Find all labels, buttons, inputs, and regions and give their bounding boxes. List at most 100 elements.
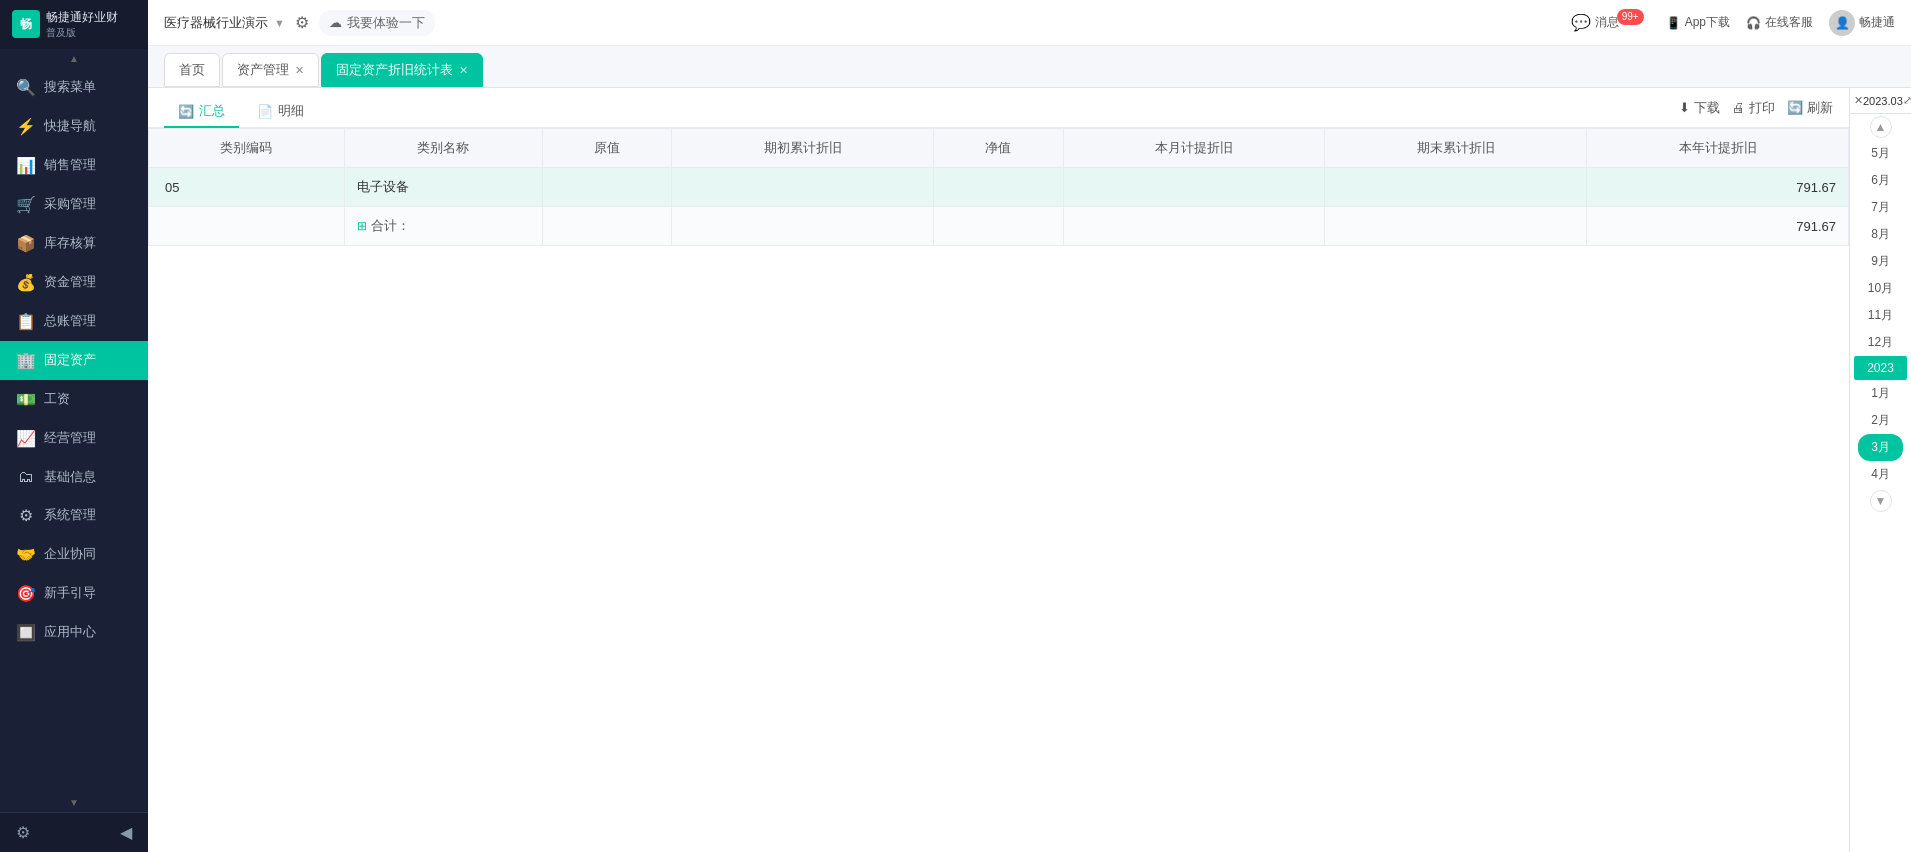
sidebar-item-guide[interactable]: 🎯 新手引导 <box>0 574 148 613</box>
date-month-3[interactable]: 3月 <box>1858 434 1903 461</box>
date-month-8[interactable]: 8月 <box>1850 221 1911 248</box>
messages-button[interactable]: 💬 消息 99+ <box>1571 13 1650 32</box>
row-annual-depr: 791.67 <box>1587 168 1849 207</box>
subtab-bar: 🔄 汇总 📄 明细 ⬇ 下载 🖨 打印 <box>148 88 1849 128</box>
sidebar-icon-base_info: 🗂 <box>16 468 36 486</box>
date-month-7[interactable]: 7月 <box>1850 194 1911 221</box>
sidebar-icon-enterprise: 🤝 <box>16 545 36 564</box>
sidebar-icon-sales: 📊 <box>16 156 36 175</box>
topbar-settings-icon[interactable]: ⚙ <box>295 13 309 32</box>
total-annual-depr: 791.67 <box>1587 207 1849 246</box>
date-month-4[interactable]: 4月 <box>1850 461 1911 488</box>
main-content: 医疗器械行业演示 ▼ ⚙ ☁ 我要体验一下 💬 消息 99+ 📱 App下载 🎧… <box>148 0 1911 852</box>
date-month-9[interactable]: 9月 <box>1850 248 1911 275</box>
tab-asset-mgmt-label: 资产管理 <box>237 61 289 79</box>
row-monthly-depr <box>1063 168 1325 207</box>
col-period-end-accum: 期末累计折旧 <box>1325 129 1587 168</box>
date-month-6[interactable]: 6月 <box>1850 167 1911 194</box>
sidebar-item-search[interactable]: 🔍 搜索菜单 <box>0 68 148 107</box>
tabbar: 首页 资产管理 ✕ 固定资产折旧统计表 ✕ <box>148 46 1911 88</box>
sidebar-collapse-icon[interactable]: ◀ <box>120 823 132 842</box>
sidebar-label-quicknav: 快捷导航 <box>44 117 96 135</box>
sidebar-icon-guide: 🎯 <box>16 584 36 603</box>
tab-home-label: 首页 <box>179 61 205 79</box>
sidebar-scroll-down[interactable]: ▼ <box>69 797 79 808</box>
total-icon: ⊞ <box>357 219 367 233</box>
sidebar-scroll-up[interactable]: ▲ <box>69 53 79 64</box>
date-month-12[interactable]: 12月 <box>1850 329 1911 356</box>
app-download-button[interactable]: 📱 App下载 <box>1666 14 1730 31</box>
subtab-detail-label: 明细 <box>278 102 304 120</box>
total-label-cell: ⊞ 合计： <box>344 207 542 246</box>
tab-home[interactable]: 首页 <box>164 53 220 87</box>
total-period-start <box>672 207 934 246</box>
sidebar-label-base_info: 基础信息 <box>44 468 96 486</box>
sidebar-label-enterprise: 企业协同 <box>44 545 96 563</box>
subtab-left: 🔄 汇总 📄 明细 <box>164 96 318 127</box>
download-button[interactable]: ⬇ 下载 <box>1679 99 1720 117</box>
tab-asset-mgmt-close[interactable]: ✕ <box>295 64 304 77</box>
sidebar-item-finance[interactable]: 💰 资金管理 <box>0 263 148 302</box>
sidebar-item-quicknav[interactable]: ⚡ 快捷导航 <box>0 107 148 146</box>
sidebar-item-inventory[interactable]: 📦 库存核算 <box>0 224 148 263</box>
sidebar-label-finance: 资金管理 <box>44 273 96 291</box>
experience-button[interactable]: ☁ 我要体验一下 <box>319 10 435 36</box>
date-panel-header: ✕ 2023.03 ⤢ <box>1850 88 1911 114</box>
sidebar-label-ledger: 总账管理 <box>44 312 96 330</box>
sidebar: 畅 畅捷通好业财 普及版 ▲ 🔍 搜索菜单 ⚡ 快捷导航 📊 销售管理 🛒 采购… <box>0 0 148 852</box>
sidebar-item-enterprise[interactable]: 🤝 企业协同 <box>0 535 148 574</box>
date-panel-expand-btn[interactable]: ⤢ <box>1903 94 1911 107</box>
col-period-start-accum: 期初累计折旧 <box>672 129 934 168</box>
sidebar-item-ledger[interactable]: 📋 总账管理 <box>0 302 148 341</box>
date-nav-down[interactable]: ▼ <box>1870 490 1892 512</box>
date-panel-close-btn[interactable]: ✕ <box>1854 94 1863 107</box>
sidebar-item-purchase[interactable]: 🛒 采购管理 <box>0 185 148 224</box>
total-net-value <box>934 207 1064 246</box>
row-category-code: 05 <box>149 168 345 207</box>
date-month-11[interactable]: 11月 <box>1850 302 1911 329</box>
tab-depreciation-report[interactable]: 固定资产折旧统计表 ✕ <box>321 53 483 87</box>
sidebar-label-fixed_assets: 固定资产 <box>44 351 96 369</box>
sidebar-item-app_center[interactable]: 🔲 应用中心 <box>0 613 148 652</box>
content-with-panel: 🔄 汇总 📄 明细 ⬇ 下载 🖨 打印 <box>148 88 1911 852</box>
subtab-detail-icon: 📄 <box>257 104 273 119</box>
total-empty <box>149 207 345 246</box>
print-button[interactable]: 🖨 打印 <box>1732 99 1775 117</box>
tab-depreciation-close[interactable]: ✕ <box>459 64 468 77</box>
sidebar-item-system[interactable]: ⚙ 系统管理 <box>0 496 148 535</box>
sidebar-item-payroll[interactable]: 💵 工资 <box>0 380 148 419</box>
sidebar-label-operations: 经营管理 <box>44 429 96 447</box>
date-panel: ✕ 2023.03 ⤢ ▲ 5月 6月 7月 8月 9月 10月 11月 12月… <box>1849 88 1911 852</box>
subtab-summary-icon: 🔄 <box>178 104 194 119</box>
row-period-start-accum <box>672 168 934 207</box>
main-table-area: 🔄 汇总 📄 明细 ⬇ 下载 🖨 打印 <box>148 88 1849 852</box>
sidebar-item-operations[interactable]: 📈 经营管理 <box>0 419 148 458</box>
subtab-detail[interactable]: 📄 明细 <box>243 96 318 128</box>
sidebar-label-purchase: 采购管理 <box>44 195 96 213</box>
date-month-1[interactable]: 1月 <box>1850 380 1911 407</box>
sidebar-item-base_info[interactable]: 🗂 基础信息 <box>0 458 148 496</box>
sidebar-settings-icon[interactable]: ⚙ <box>16 823 30 842</box>
table-total-row: ⊞ 合计： 791.67 <box>149 207 1849 246</box>
refresh-button[interactable]: 🔄 刷新 <box>1787 99 1833 117</box>
topbar: 医疗器械行业演示 ▼ ⚙ ☁ 我要体验一下 💬 消息 99+ 📱 App下载 🎧… <box>148 0 1911 46</box>
company-selector[interactable]: 医疗器械行业演示 ▼ <box>164 14 285 32</box>
company-arrow-icon: ▼ <box>274 17 285 29</box>
total-monthly-depr <box>1063 207 1325 246</box>
row-original-value <box>542 168 672 207</box>
date-month-2[interactable]: 2月 <box>1850 407 1911 434</box>
table-row[interactable]: 05 电子设备 791.67 <box>149 168 1849 207</box>
sidebar-item-sales[interactable]: 📊 销售管理 <box>0 146 148 185</box>
date-month-10[interactable]: 10月 <box>1850 275 1911 302</box>
message-icon: 💬 <box>1571 13 1591 32</box>
total-label-text: 合计： <box>371 217 410 235</box>
col-category-name: 类别名称 <box>344 129 542 168</box>
customer-service-button[interactable]: 🎧 在线客服 <box>1746 14 1813 31</box>
subtab-summary[interactable]: 🔄 汇总 <box>164 96 239 128</box>
user-profile-button[interactable]: 👤 畅捷通 <box>1829 10 1895 36</box>
tab-asset-mgmt[interactable]: 资产管理 ✕ <box>222 53 319 87</box>
date-year-2023[interactable]: 2023 <box>1854 356 1907 380</box>
date-month-5[interactable]: 5月 <box>1850 140 1911 167</box>
sidebar-item-fixed_assets[interactable]: 🏢 固定资产 <box>0 341 148 380</box>
date-nav-up[interactable]: ▲ <box>1870 116 1892 138</box>
